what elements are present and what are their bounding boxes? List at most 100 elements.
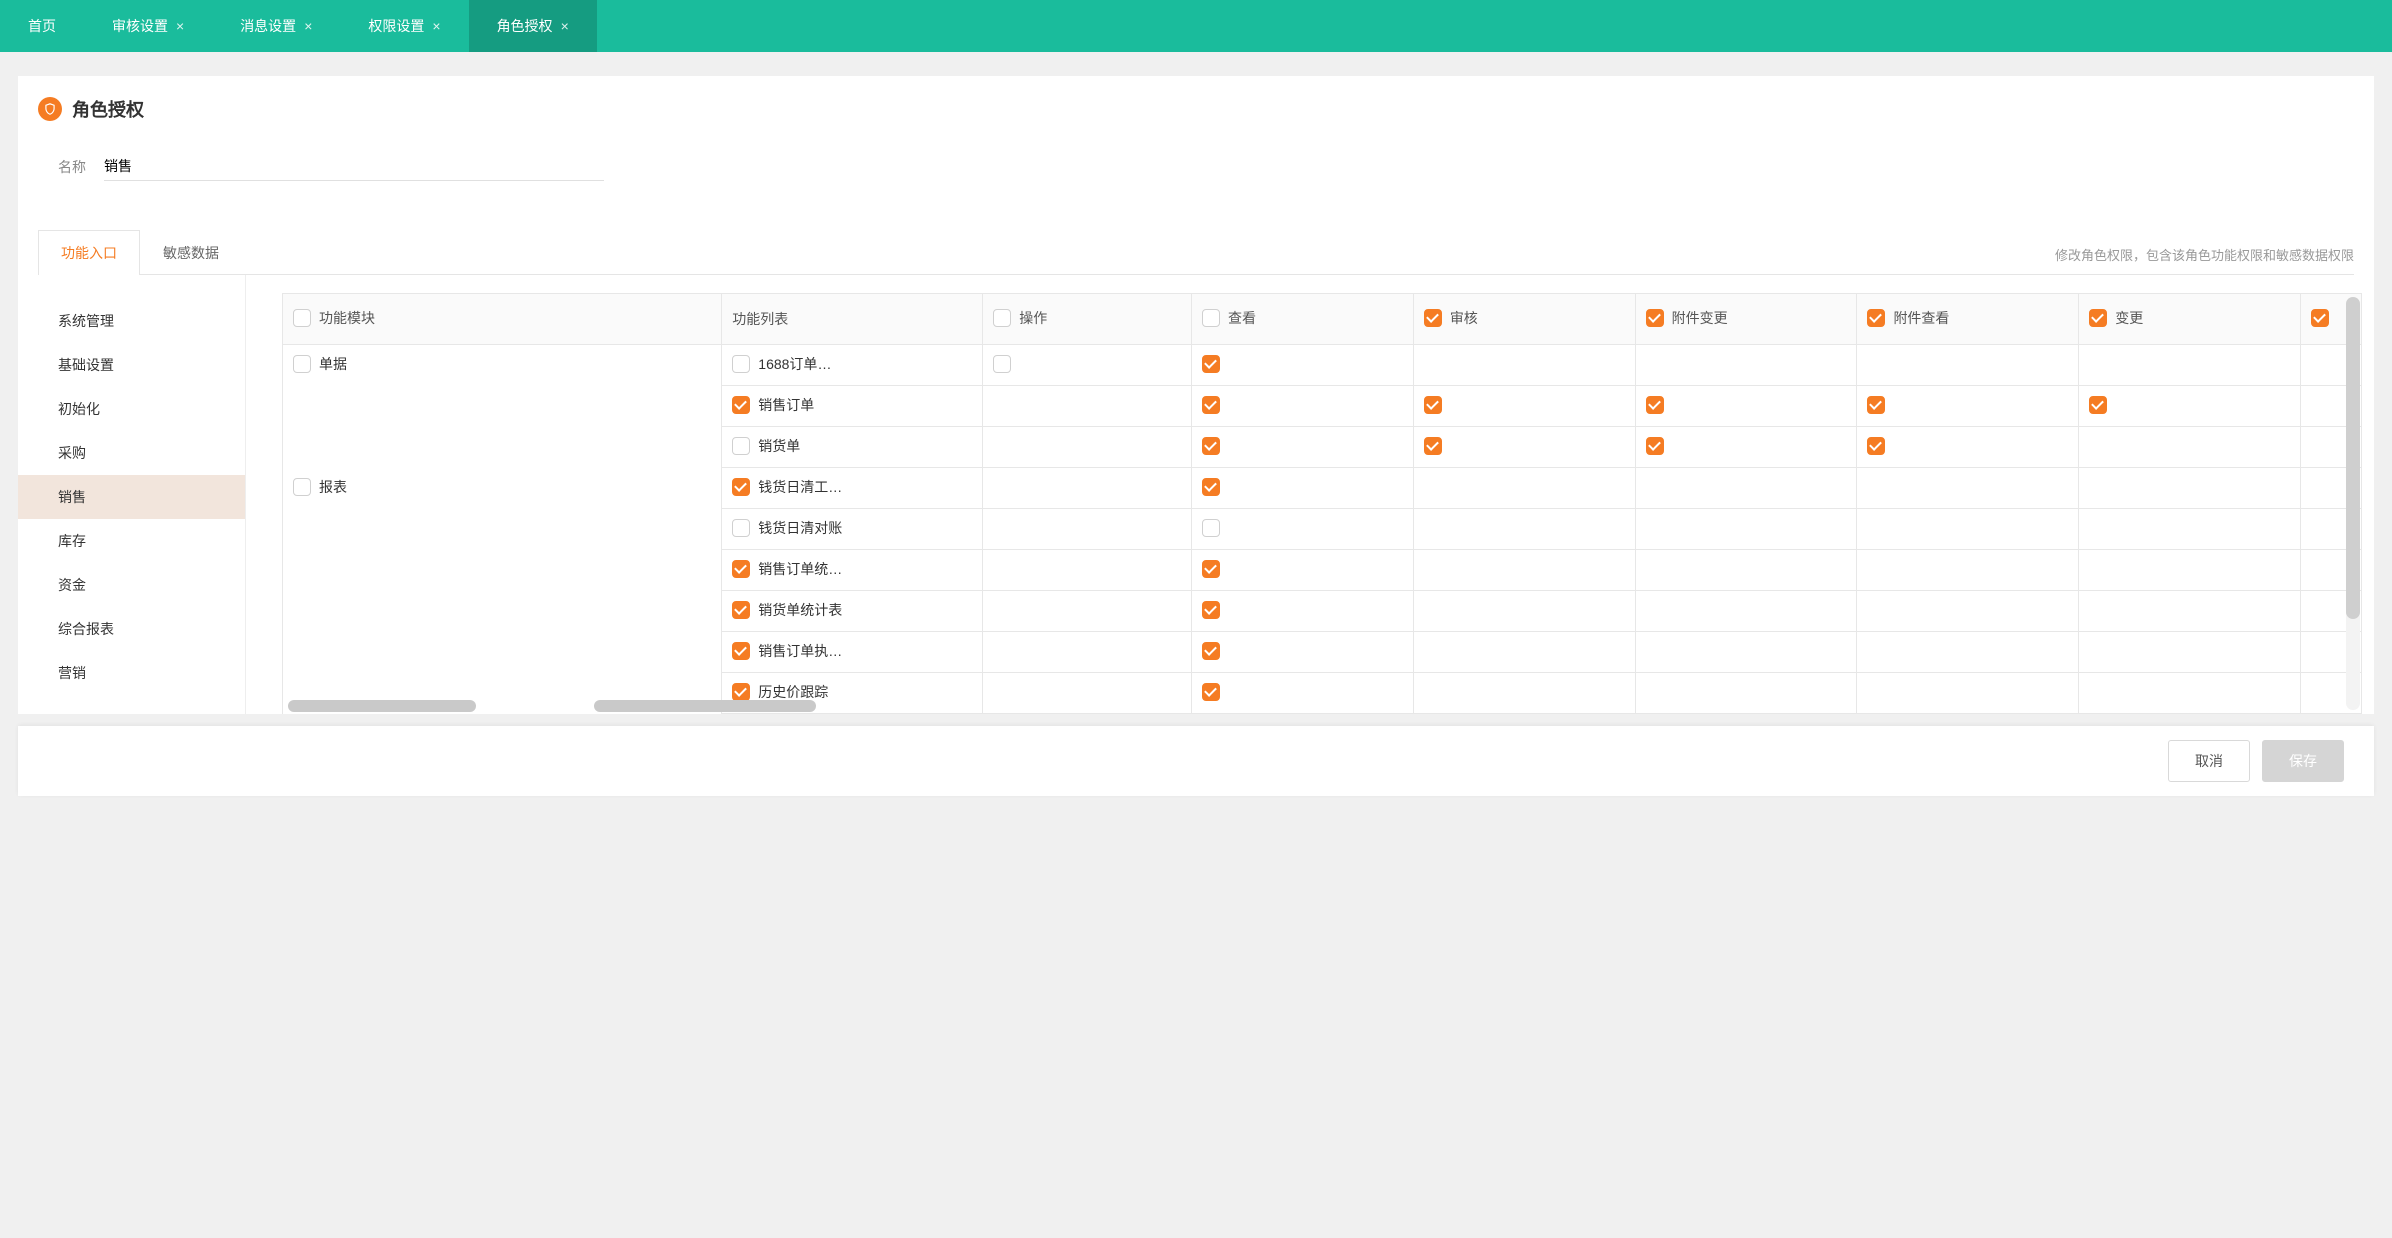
row-1-perm-2-checkbox[interactable]: [1646, 396, 1664, 414]
close-icon[interactable]: ×: [432, 18, 440, 34]
name-input[interactable]: [104, 152, 604, 181]
page-title-row: 角色授权: [38, 96, 2354, 122]
close-icon[interactable]: ×: [561, 18, 569, 34]
header-perm-4-checkbox[interactable]: [2089, 309, 2107, 327]
row-1-perm-1-checkbox[interactable]: [1424, 396, 1442, 414]
row-6-perm-0-checkbox[interactable]: [1202, 601, 1220, 619]
table-row: 销售订单: [283, 386, 2362, 427]
row-5-perm-0-checkbox[interactable]: [1202, 560, 1220, 578]
row-3-perm-0-checkbox[interactable]: [1202, 478, 1220, 496]
sidebar: 系统管理基础设置初始化采购销售库存资金综合报表营销: [18, 275, 246, 714]
row-func-label: 销货单统计表: [758, 600, 842, 620]
header-action-checkbox[interactable]: [993, 309, 1011, 327]
row-func-label: 1688订单同步: [758, 354, 842, 374]
header-perm-3-checkbox[interactable]: [1867, 309, 1885, 327]
row-1-perm-3-checkbox[interactable]: [1867, 396, 1885, 414]
top-tabs: 首页审核设置×消息设置×权限设置×角色授权×: [0, 0, 2392, 52]
header-perm-3-label: 附件查看: [1893, 308, 1949, 328]
permissions-table: 功能模块 功能列表 操作 查看 审核 附件变更 附件查看 变更 单据 1688订单同步销售订单销…: [282, 293, 2362, 714]
sidebar-item-6[interactable]: 资金: [18, 563, 245, 607]
main-body: 系统管理基础设置初始化采购销售库存资金综合报表营销 功能模块 功能列表 操作 查看 审核…: [18, 275, 2374, 714]
header-perm-1-checkbox[interactable]: [1424, 309, 1442, 327]
header-module-label: 功能模块: [319, 308, 375, 328]
sidebar-item-1[interactable]: 基础设置: [18, 343, 245, 387]
save-button[interactable]: 保存: [2262, 740, 2344, 782]
sidebar-item-8[interactable]: 营销: [18, 651, 245, 695]
sidebar-item-7[interactable]: 综合报表: [18, 607, 245, 651]
sidebar-item-3[interactable]: 采购: [18, 431, 245, 475]
row-0-module-checkbox[interactable]: [293, 355, 311, 373]
row-6-func-checkbox[interactable]: [732, 601, 750, 619]
sidebar-item-5[interactable]: 库存: [18, 519, 245, 563]
row-5-func-checkbox[interactable]: [732, 560, 750, 578]
page-title: 角色授权: [72, 96, 144, 122]
top-tab-3[interactable]: 权限设置 ×: [340, 0, 468, 52]
close-icon[interactable]: ×: [304, 18, 312, 34]
row-1-perm-0-checkbox[interactable]: [1202, 396, 1220, 414]
row-7-perm-0-checkbox[interactable]: [1202, 642, 1220, 660]
row-2-perm-0-checkbox[interactable]: [1202, 437, 1220, 455]
shield-icon: [38, 97, 62, 121]
subtab-hint: 修改角色权限，包含该角色功能权限和敏感数据权限: [2055, 245, 2354, 274]
row-2-perm-3-checkbox[interactable]: [1867, 437, 1885, 455]
top-tab-label: 权限设置: [368, 16, 424, 36]
cancel-button[interactable]: 取消: [2168, 740, 2250, 782]
row-3-module-checkbox[interactable]: [293, 478, 311, 496]
header-perm-1-label: 审核: [1450, 308, 1478, 328]
header-perm-0-label: 查看: [1228, 308, 1256, 328]
row-func-label: 销货单: [758, 436, 800, 456]
header-perm-4-label: 变更: [2115, 308, 2143, 328]
row-4-perm-0-checkbox[interactable]: [1202, 519, 1220, 537]
top-tab-1[interactable]: 审核设置 ×: [84, 0, 212, 52]
sidebar-item-0[interactable]: 系统管理: [18, 299, 245, 343]
footer-bar: 取消 保存: [18, 726, 2374, 796]
vertical-scrollbar-thumb[interactable]: [2346, 297, 2360, 619]
table-row: 销售订单执行表: [283, 632, 2362, 673]
name-row: 名称: [38, 152, 2354, 181]
close-icon[interactable]: ×: [176, 18, 184, 34]
table-row: 单据 1688订单同步: [283, 345, 2362, 386]
row-4-func-checkbox[interactable]: [732, 519, 750, 537]
row-0-perm-0-checkbox[interactable]: [1202, 355, 1220, 373]
row-module-label: 单据: [319, 354, 347, 374]
row-2-perm-2-checkbox[interactable]: [1646, 437, 1664, 455]
sidebar-item-4[interactable]: 销售: [18, 475, 245, 519]
horizontal-scrollbar-thumb-left[interactable]: [288, 700, 476, 712]
table-panel: 功能模块 功能列表 操作 查看 审核 附件变更 附件查看 变更 单据 1688订单同步销售订单销…: [246, 275, 2374, 714]
row-0-action-checkbox[interactable]: [993, 355, 1011, 373]
row-7-func-checkbox[interactable]: [732, 642, 750, 660]
top-tab-label: 消息设置: [240, 16, 296, 36]
vertical-scrollbar-track[interactable]: [2346, 297, 2360, 710]
row-8-func-checkbox[interactable]: [732, 683, 750, 701]
header-list-label: 功能列表: [732, 309, 788, 329]
sub-tab-1[interactable]: 敏感数据: [140, 230, 242, 275]
table-row: 报表钱货日清工作台: [283, 468, 2362, 509]
table-row: 销售订单统计表: [283, 550, 2362, 591]
row-1-func-checkbox[interactable]: [732, 396, 750, 414]
sub-tab-0[interactable]: 功能入口: [38, 230, 140, 275]
row-module-label: 报表: [319, 477, 347, 497]
row-func-label: 销售订单执行表: [758, 641, 842, 661]
row-3-func-checkbox[interactable]: [732, 478, 750, 496]
header-last-checkbox[interactable]: [2311, 309, 2329, 327]
row-2-perm-1-checkbox[interactable]: [1424, 437, 1442, 455]
sidebar-item-2[interactable]: 初始化: [18, 387, 245, 431]
subtabs-row: 功能入口敏感数据 修改角色权限，包含该角色功能权限和敏感数据权限: [38, 229, 2354, 275]
row-1-perm-4-checkbox[interactable]: [2089, 396, 2107, 414]
row-8-perm-0-checkbox[interactable]: [1202, 683, 1220, 701]
top-tab-label: 审核设置: [112, 16, 168, 36]
horizontal-scrollbar-thumb-right[interactable]: [594, 700, 816, 712]
row-0-func-checkbox[interactable]: [732, 355, 750, 373]
header-module-checkbox[interactable]: [293, 309, 311, 327]
top-tab-label: 首页: [28, 16, 56, 36]
name-label: 名称: [58, 157, 86, 177]
top-tab-4[interactable]: 角色授权×: [469, 0, 597, 52]
top-tab-0[interactable]: 首页: [0, 0, 84, 52]
header-perm-2-checkbox[interactable]: [1646, 309, 1664, 327]
header-perm-0-checkbox[interactable]: [1202, 309, 1220, 327]
row-2-func-checkbox[interactable]: [732, 437, 750, 455]
row-func-label: 钱货日清对账: [758, 518, 842, 538]
top-tab-2[interactable]: 消息设置 ×: [212, 0, 340, 52]
header-action-label: 操作: [1019, 308, 1047, 328]
header-perm-2-label: 附件变更: [1672, 308, 1728, 328]
